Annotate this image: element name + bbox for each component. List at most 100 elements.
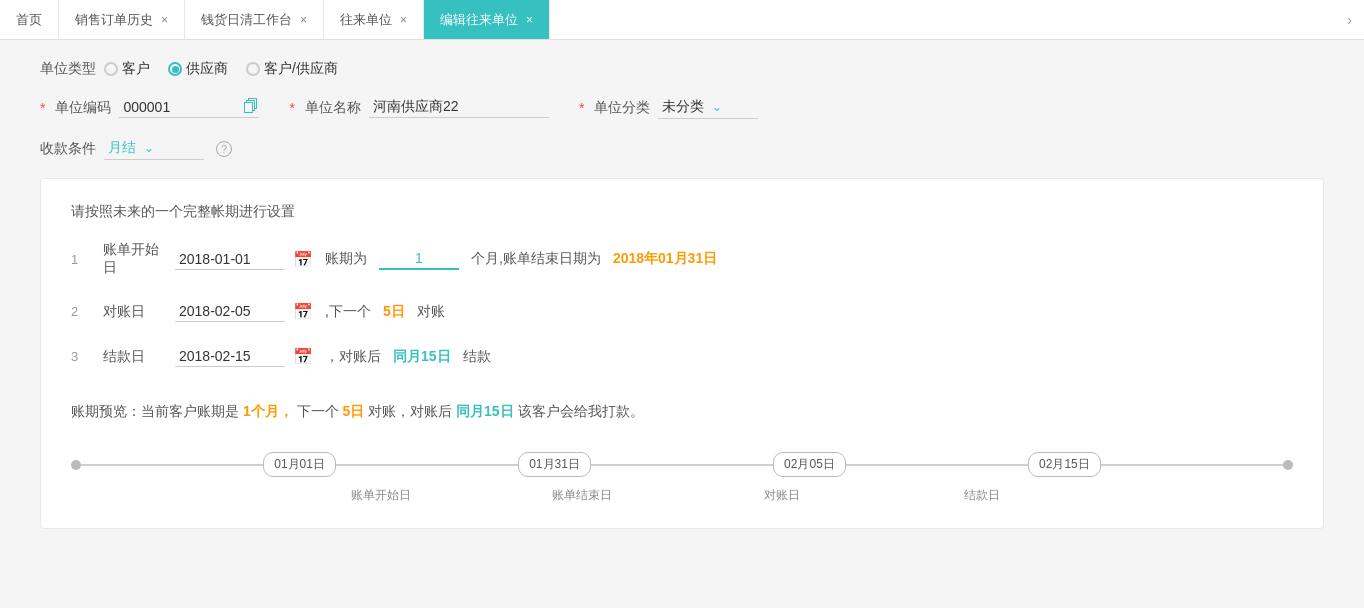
tab-edit-partner[interactable]: 编辑往来单位 × <box>424 0 550 39</box>
radio-supplier[interactable]: 供应商 <box>168 60 228 78</box>
tl-pill-0: 01月01日 <box>263 452 336 477</box>
row-label-2: 对账日 <box>103 303 163 321</box>
tl-seg-1 <box>336 464 518 466</box>
row-num-1: 1 <box>71 252 91 267</box>
row-num-2: 2 <box>71 304 91 319</box>
tl-seg-2 <box>591 464 773 466</box>
unit-category-select[interactable]: 未分类 ⌄ <box>658 96 758 119</box>
row1-highlight: 2018年01月31日 <box>613 250 717 268</box>
payment-terms-field: 收款条件 月结 ⌄ ? <box>40 137 232 160</box>
preview-middle2: 对账，对账后 <box>368 403 452 419</box>
row2-prefix: ,下一个 <box>325 303 371 321</box>
unit-code-required: * <box>40 100 45 116</box>
unit-category-label: 单位分类 <box>594 99 650 117</box>
preview-highlight3: 同月15日 <box>456 403 514 419</box>
main-content: 单位类型 客户 供应商 客户/供应商 * 单位编码 <box>0 40 1364 608</box>
radio-both[interactable]: 客户/供应商 <box>246 60 338 78</box>
row-label-1: 账单开始日 <box>103 241 163 277</box>
row1-suffix-after: 个月,账单结束日期为 <box>471 250 601 268</box>
payment-terms-label: 收款条件 <box>40 140 96 158</box>
radio-supplier-circle <box>168 62 182 76</box>
preview-highlight2: 5日 <box>342 403 364 419</box>
unit-type-field: 单位类型 客户 供应商 客户/供应商 <box>40 60 338 78</box>
payment-terms-select[interactable]: 月结 ⌄ <box>104 137 204 160</box>
tab-partner[interactable]: 往来单位 × <box>324 0 424 39</box>
tl-label-1: 账单结束日 <box>552 487 612 504</box>
tl-label-0: 账单开始日 <box>351 487 411 504</box>
tl-node-0: 01月01日 <box>263 452 336 477</box>
unit-name-field: * 单位名称 <box>289 97 548 118</box>
row3-highlight: 同月15日 <box>393 348 451 366</box>
radio-customer[interactable]: 客户 <box>104 60 150 78</box>
unit-type-label: 单位类型 <box>40 60 96 78</box>
unit-info-row: * 单位编码 🗍 * 单位名称 * 单位分类 未分类 ⌄ <box>40 96 1324 119</box>
unit-name-required: * <box>289 100 294 116</box>
date-field-1: 📅 <box>175 249 313 270</box>
payment-terms-row: 收款条件 月结 ⌄ ? <box>40 137 1324 160</box>
tl-node-1: 01月31日 <box>518 452 591 477</box>
row2-highlight: 5日 <box>383 303 405 321</box>
tab-sales-history[interactable]: 销售订单历史 × <box>59 0 185 39</box>
unit-category-required: * <box>579 100 584 116</box>
tab-edit-partner-close[interactable]: × <box>526 13 533 27</box>
timeline-row: 01月01日 01月31日 02月05日 02月15日 <box>71 452 1293 477</box>
preview-prefix: 账期预览：当前客户账期是 <box>71 403 239 419</box>
timeline-labels: 账单开始日 账单结束日 对账日 结款日 <box>71 481 1293 504</box>
unit-name-label: 单位名称 <box>305 99 361 117</box>
unit-type-radio-group: 客户 供应商 客户/供应商 <box>104 60 338 78</box>
tabs-bar: 首页 销售订单历史 × 钱货日清工作台 × 往来单位 × 编辑往来单位 × › <box>0 0 1364 40</box>
setting-row-1: 1 账单开始日 📅 账期为 个月,账单结束日期为 2018年01月31日 <box>71 241 1293 277</box>
row-num-3: 3 <box>71 349 91 364</box>
tab-cashier-close[interactable]: × <box>300 13 307 27</box>
unit-code-field: * 单位编码 🗍 <box>40 97 259 118</box>
tl-start-cap <box>71 460 81 470</box>
payment-terms-help-icon[interactable]: ? <box>216 141 232 157</box>
unit-code-label: 单位编码 <box>55 99 111 117</box>
preview-suffix: 该客户会给我打款。 <box>518 403 644 419</box>
tl-end-cap <box>1283 460 1293 470</box>
row3-suffix: 结款 <box>463 348 491 366</box>
radio-supplier-label: 供应商 <box>186 60 228 78</box>
period-input[interactable] <box>379 248 459 270</box>
start-date-input[interactable] <box>175 249 285 270</box>
tl-node-2: 02月05日 <box>773 452 846 477</box>
date-field-3: 📅 <box>175 346 313 367</box>
tl-label-3: 结款日 <box>964 487 1000 504</box>
unit-category-field: * 单位分类 未分类 ⌄ <box>579 96 758 119</box>
start-date-cal-icon[interactable]: 📅 <box>293 250 313 269</box>
row3-prefix: ，对账后 <box>325 348 381 366</box>
unit-name-input[interactable] <box>369 97 549 118</box>
setting-row-3: 3 结款日 📅 ，对账后 同月15日 结款 <box>71 346 1293 367</box>
payment-date-cal-icon[interactable]: 📅 <box>293 347 313 366</box>
row-label-3: 结款日 <box>103 348 163 366</box>
unit-code-input[interactable] <box>119 97 239 117</box>
payment-date-input[interactable] <box>175 346 285 367</box>
tl-seg-0 <box>81 464 263 466</box>
tl-label-2: 对账日 <box>764 487 800 504</box>
unit-code-input-wrap: 🗍 <box>119 97 259 118</box>
payment-terms-arrow: ⌄ <box>144 141 154 155</box>
preview-section: 账期预览：当前客户账期是 1个月， 下一个 5日 对账，对账后 同月15日 该客… <box>71 391 1293 432</box>
tl-node-3: 02月15日 <box>1028 452 1101 477</box>
unit-category-arrow: ⌄ <box>712 100 722 114</box>
row2-suffix: 对账 <box>417 303 445 321</box>
unit-type-row: 单位类型 客户 供应商 客户/供应商 <box>40 60 1324 78</box>
tab-home[interactable]: 首页 <box>0 0 59 39</box>
recon-date-input[interactable] <box>175 301 285 322</box>
radio-both-circle <box>246 62 260 76</box>
card-title: 请按照未来的一个完整帐期进行设置 <box>71 203 1293 221</box>
tab-partner-close[interactable]: × <box>400 13 407 27</box>
tab-sales-history-label: 销售订单历史 <box>75 11 153 29</box>
settings-card: 请按照未来的一个完整帐期进行设置 1 账单开始日 📅 账期为 个月,账单结束日期… <box>40 178 1324 529</box>
recon-date-cal-icon[interactable]: 📅 <box>293 302 313 321</box>
unit-category-value: 未分类 <box>662 98 704 116</box>
payment-terms-value: 月结 <box>108 139 136 157</box>
radio-both-label: 客户/供应商 <box>264 60 338 78</box>
radio-customer-label: 客户 <box>122 60 150 78</box>
tab-more-button[interactable]: › <box>1335 0 1364 39</box>
setting-row-2: 2 对账日 📅 ,下一个 5日 对账 <box>71 301 1293 322</box>
unit-code-copy-icon[interactable]: 🗍 <box>243 98 259 116</box>
tab-cashier[interactable]: 钱货日清工作台 × <box>185 0 324 39</box>
tab-sales-history-close[interactable]: × <box>161 13 168 27</box>
row1-suffix-before: 账期为 <box>325 250 367 268</box>
